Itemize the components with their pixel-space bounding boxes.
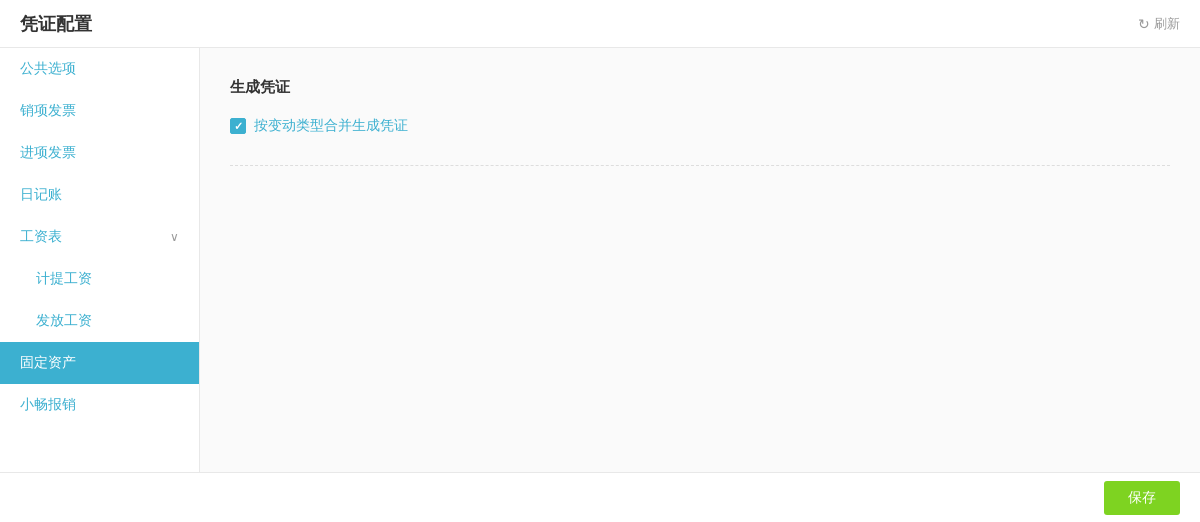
section-title: 生成凭证 <box>230 78 1170 97</box>
checkbox-wrapper[interactable]: ✓ 按变动类型合并生成凭证 <box>230 117 408 135</box>
sidebar-label: 进项发票 <box>20 144 76 162</box>
save-button[interactable]: 保存 <box>1104 481 1180 515</box>
page-wrapper: 凭证配置 ↻ 刷新 公共选项销项发票进项发票日记账工资表 ∨ 计提工资发放工资固定资… <box>0 0 1200 522</box>
sidebar-label: 公共选项 <box>20 60 76 78</box>
checkbox-label: 按变动类型合并生成凭证 <box>254 117 408 135</box>
content-area: 生成凭证 ✓ 按变动类型合并生成凭证 <box>200 48 1200 472</box>
sidebar-label: 固定资产 <box>20 354 76 372</box>
sidebar-item-expense[interactable]: 小畅报销 <box>0 384 199 426</box>
sidebar: 公共选项销项发票进项发票日记账工资表 ∨ 计提工资发放工资固定资产小畅报销 <box>0 48 200 472</box>
main-content: 公共选项销项发票进项发票日记账工资表 ∨ 计提工资发放工资固定资产小畅报销 生成凭证… <box>0 48 1200 472</box>
sidebar-label: 日记账 <box>20 186 62 204</box>
refresh-label: 刷新 <box>1154 15 1180 33</box>
sidebar-label: 计提工资 <box>36 270 92 288</box>
page-title: 凭证配置 <box>20 12 92 36</box>
sidebar-item-payroll[interactable]: 工资表 ∨ <box>0 216 199 258</box>
sidebar-item-sales-invoice[interactable]: 销项发票 <box>0 90 199 132</box>
sidebar-label: 发放工资 <box>36 312 92 330</box>
sidebar-item-journal[interactable]: 日记账 <box>0 174 199 216</box>
refresh-icon: ↻ <box>1138 16 1150 32</box>
refresh-button[interactable]: ↻ 刷新 <box>1138 15 1180 33</box>
sidebar-label: 小畅报销 <box>20 396 76 414</box>
section-divider <box>230 165 1170 166</box>
chevron-down-icon: ∨ <box>170 230 179 244</box>
checkbox-check-icon: ✓ <box>234 120 243 133</box>
section-body: ✓ 按变动类型合并生成凭证 <box>230 117 1170 135</box>
sidebar-item-fixed-assets[interactable]: 固定资产 <box>0 342 199 384</box>
merge-checkbox[interactable]: ✓ <box>230 118 246 134</box>
footer: 保存 <box>0 472 1200 522</box>
header: 凭证配置 ↻ 刷新 <box>0 0 1200 48</box>
sidebar-label: 工资表 <box>20 228 62 246</box>
sidebar-item-purchase-invoice[interactable]: 进项发票 <box>0 132 199 174</box>
sidebar-item-payroll-accrue[interactable]: 计提工资 <box>0 258 199 300</box>
sidebar-item-public[interactable]: 公共选项 <box>0 48 199 90</box>
sidebar-item-payroll-issue[interactable]: 发放工资 <box>0 300 199 342</box>
sidebar-label: 销项发票 <box>20 102 76 120</box>
